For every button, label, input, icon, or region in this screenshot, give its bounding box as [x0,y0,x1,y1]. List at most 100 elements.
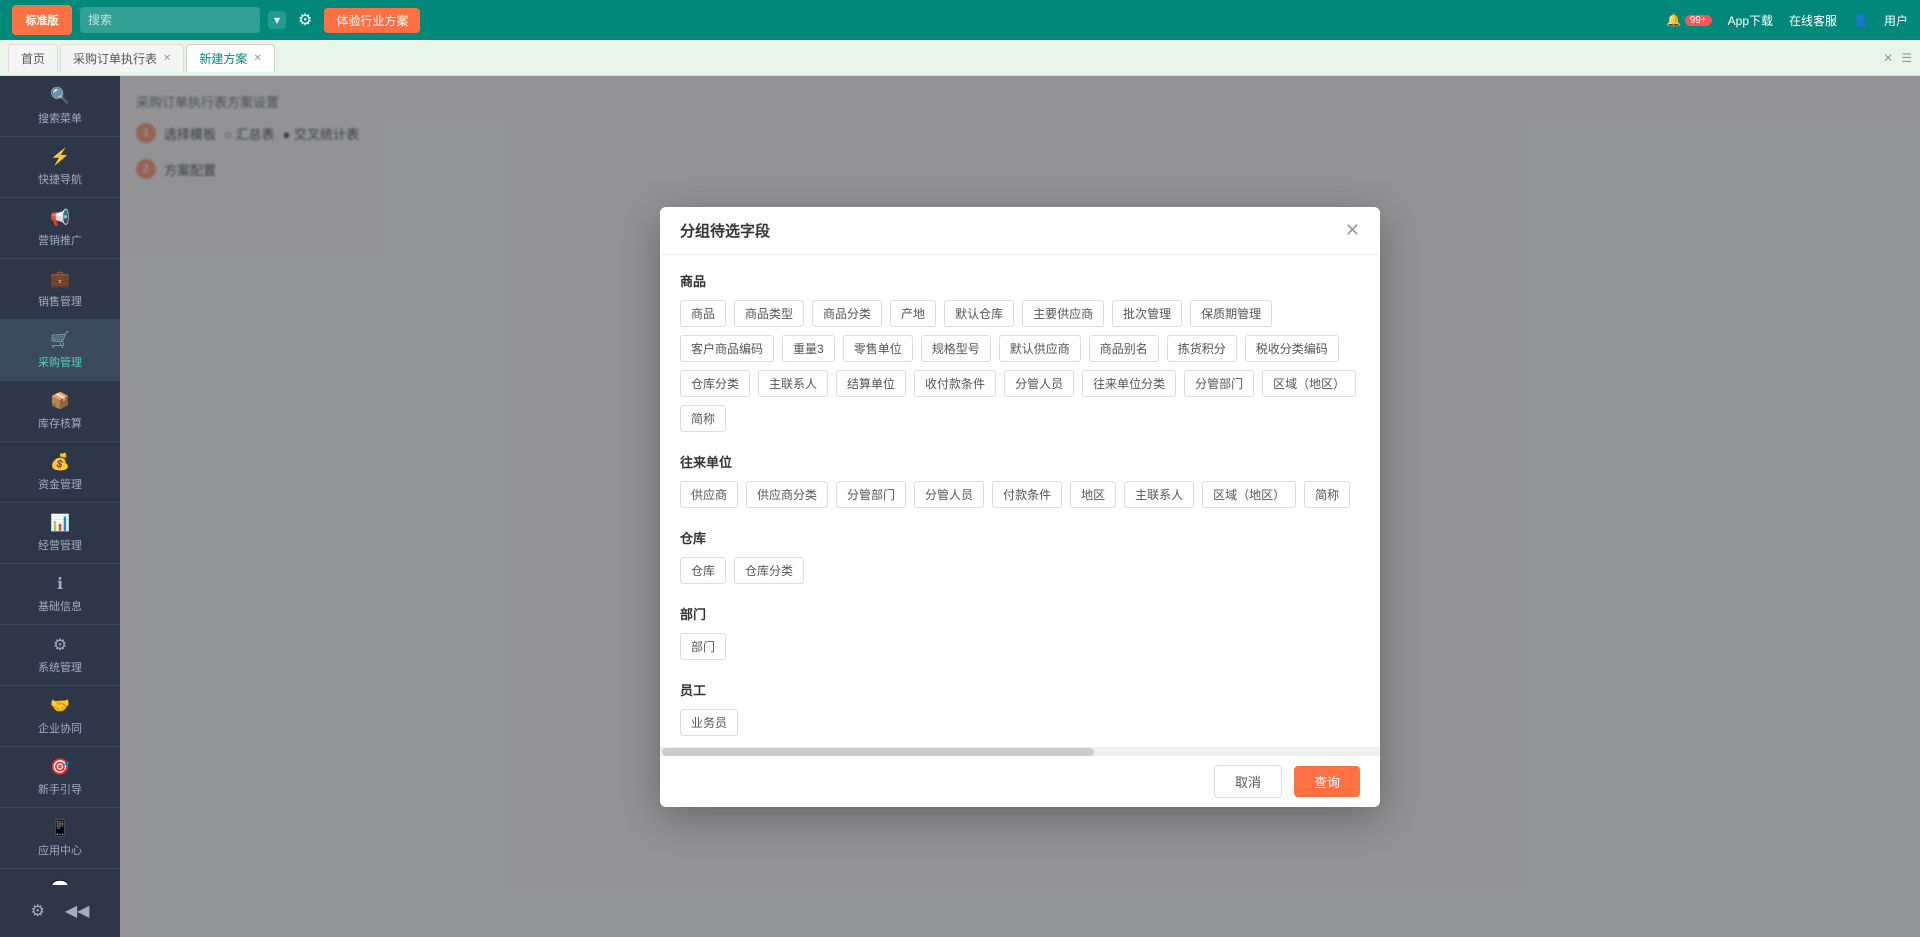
main-layout: 🔍 搜索菜单 ⚡ 快捷导航 📢 营销推广 💼 销售管理 🛒 采购管理 📦 库存核… [0,76,1920,937]
field-tag[interactable]: 区域（地区） [1262,370,1356,397]
field-tag[interactable]: 仓库 [680,557,726,584]
sidebar-item-search[interactable]: 🔍 搜索菜单 [0,76,120,137]
cancel-button[interactable]: 取消 [1214,765,1282,798]
section-partner-title: 往来单位 [680,452,1360,471]
experience-button[interactable]: 体验行业方案 [324,8,420,33]
tab-purchase-order[interactable]: 采购订单执行表 ✕ [60,44,184,72]
tab-bar-controls: ✕ ☰ [1883,51,1912,65]
sidebar-item-inventory[interactable]: 📦 库存核算 [0,381,120,442]
field-tag[interactable]: 保质期管理 [1190,300,1272,327]
settings-bottom-icon[interactable]: ⚙ [31,901,45,921]
field-tag[interactable]: 业务员 [680,709,738,736]
warehouse-field-tags: 仓库 仓库分类 [680,557,1360,584]
sidebar-item-collab[interactable]: 🤝 企业协同 [0,686,120,747]
field-tag[interactable]: 主联系人 [1124,481,1194,508]
sidebar-item-marketing[interactable]: 📢 营销推广 [0,198,120,259]
modal-footer: 取消 查询 [660,755,1380,807]
tab-bar: 首页 采购订单执行表 ✕ 新建方案 ✕ ✕ ☰ [0,40,1920,76]
modal-body[interactable]: 商品 商品 商品类型 商品分类 产地 默认仓库 主要供应商 批次管理 保质期管理… [660,255,1380,747]
field-tag[interactable]: 商品 [680,300,726,327]
toggle-bottom-icon[interactable]: ◀◀ [65,901,90,921]
section-department: 部门 部门 [680,604,1360,660]
sidebar-item-basics[interactable]: ℹ 基础信息 [0,564,120,625]
field-tag[interactable]: 地区 [1070,481,1116,508]
field-tag[interactable]: 商品别名 [1089,335,1159,362]
field-tag[interactable]: 主要供应商 [1022,300,1104,327]
field-tag[interactable]: 分管部门 [836,481,906,508]
field-tag[interactable]: 零售单位 [843,335,913,362]
tab-close-new-plan[interactable]: ✕ [253,53,261,64]
modal-dialog: 分组待选字段 ✕ 商品 商品 商品类型 商品分类 产地 默认仓库 [660,207,1380,807]
content-area: 采购订单执行表方案设置 1 选择模板 ○ 汇总表 ● 交叉统计表 2 方案配置 … [120,76,1920,937]
app-download-link[interactable]: App下载 [1728,12,1773,29]
field-tag[interactable]: 付款条件 [992,481,1062,508]
user-name: 用户 [1884,12,1908,29]
field-tag[interactable]: 结算单位 [836,370,906,397]
field-tag[interactable]: 仓库分类 [680,370,750,397]
inventory-icon: 📦 [50,391,70,411]
tab-home[interactable]: 首页 [8,44,58,72]
field-tag[interactable]: 部门 [680,633,726,660]
section-warehouse-title: 仓库 [680,528,1360,547]
search-input[interactable] [80,7,260,33]
sidebar-item-guide[interactable]: 🎯 新手引导 [0,747,120,808]
user-avatar[interactable]: 👤 [1853,13,1868,27]
modal-close-button[interactable]: ✕ [1345,221,1360,239]
field-tag[interactable]: 产地 [890,300,936,327]
field-tag[interactable]: 往来单位分类 [1082,370,1176,397]
field-tag[interactable]: 区域（地区） [1202,481,1296,508]
tab-close-all-icon[interactable]: ✕ [1883,51,1893,65]
department-field-tags: 部门 [680,633,1360,660]
modal-scrollbar-track[interactable] [660,747,1380,755]
sidebar-item-quicknav[interactable]: ⚡ 快捷导航 [0,137,120,198]
dropdown-button[interactable]: ▾ [268,11,286,29]
system-icon: ⚙ [53,635,67,655]
field-tag[interactable]: 批次管理 [1112,300,1182,327]
modal-title: 分组待选字段 [680,220,770,241]
field-tag[interactable]: 供应商分类 [746,481,828,508]
sidebar-item-operations[interactable]: 📊 经营管理 [0,503,120,564]
partner-field-tags: 供应商 供应商分类 分管部门 分管人员 付款条件 地区 主联系人 区域（地区） … [680,481,1360,508]
field-tag[interactable]: 简称 [1304,481,1350,508]
field-tag[interactable]: 税收分类编码 [1245,335,1339,362]
section-department-title: 部门 [680,604,1360,623]
appstore-icon: 📱 [50,818,70,838]
quicknav-icon: ⚡ [50,147,70,167]
field-tag[interactable]: 分管人员 [914,481,984,508]
field-tag[interactable]: 默认仓库 [944,300,1014,327]
field-tag[interactable]: 收付款条件 [914,370,996,397]
sidebar-item-sales[interactable]: 💼 销售管理 [0,259,120,320]
tab-new-plan[interactable]: 新建方案 ✕ [186,44,274,72]
field-tag[interactable]: 规格型号 [921,335,991,362]
top-nav-right: 🔔 99+ App下载 在线客服 👤 用户 [1666,12,1908,29]
notification-badge: 99+ [1685,15,1712,26]
tab-close-purchase[interactable]: ✕ [163,53,171,64]
notification-area[interactable]: 🔔 99+ [1666,13,1711,27]
section-employee: 员工 业务员 [680,680,1360,736]
tab-menu-icon[interactable]: ☰ [1901,51,1912,65]
field-tag[interactable]: 简称 [680,405,726,432]
section-employee-title: 员工 [680,680,1360,699]
field-tag[interactable]: 仓库分类 [734,557,804,584]
field-tag[interactable]: 客户商品编码 [680,335,774,362]
sidebar-item-system[interactable]: ⚙ 系统管理 [0,625,120,686]
confirm-button[interactable]: 查询 [1294,766,1360,797]
purchase-icon: 🛒 [50,330,70,350]
sidebar-item-purchase[interactable]: 🛒 采购管理 [0,320,120,381]
section-warehouse: 仓库 仓库 仓库分类 [680,528,1360,584]
field-tag[interactable]: 商品类型 [734,300,804,327]
field-tag[interactable]: 分管人员 [1004,370,1074,397]
field-tag[interactable]: 商品分类 [812,300,882,327]
field-tag[interactable]: 供应商 [680,481,738,508]
gear-icon[interactable]: ⚙ [294,6,316,34]
field-tag[interactable]: 主联系人 [758,370,828,397]
modal-header: 分组待选字段 ✕ [660,207,1380,255]
field-tag[interactable]: 分管部门 [1184,370,1254,397]
field-tag[interactable]: 拣货积分 [1167,335,1237,362]
sidebar-item-finance[interactable]: 💰 资金管理 [0,442,120,503]
modal-scrollbar-thumb[interactable] [662,748,1094,756]
online-service-link[interactable]: 在线客服 [1789,12,1837,29]
sidebar-item-appstore[interactable]: 📱 应用中心 [0,808,120,869]
field-tag[interactable]: 默认供应商 [999,335,1081,362]
field-tag[interactable]: 重量3 [782,335,835,362]
